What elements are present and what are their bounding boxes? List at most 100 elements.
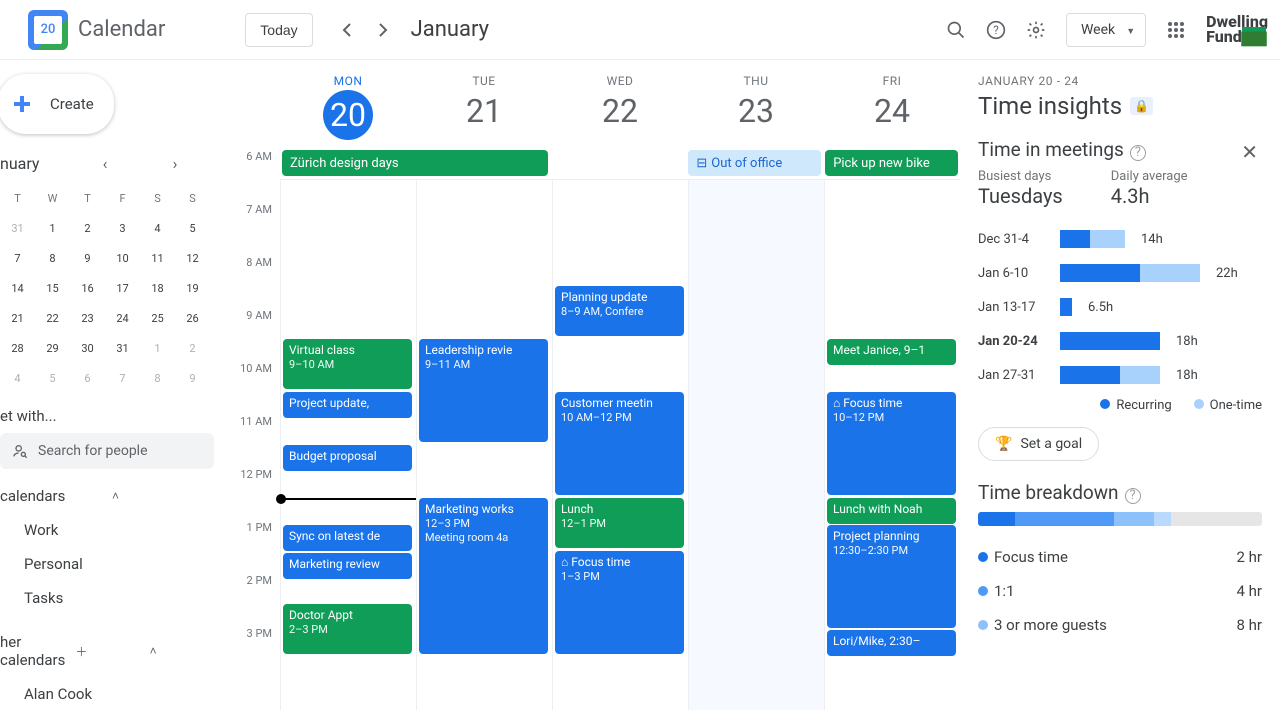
mini-day[interactable]: 23: [70, 303, 105, 333]
mini-day[interactable]: 3: [105, 213, 140, 243]
allday-event[interactable]: ⊟Out of office: [688, 150, 821, 176]
mini-next-icon[interactable]: ›: [140, 154, 210, 173]
apps-icon[interactable]: [1156, 10, 1196, 50]
day-column[interactable]: Leadership revie9–11 AM Marketing works12…: [416, 180, 552, 710]
mini-day[interactable]: 17: [105, 273, 140, 303]
day-column[interactable]: Planning update8–9 AM, Confere Customer m…: [552, 180, 688, 710]
mini-day[interactable]: 4: [140, 213, 175, 243]
mini-day[interactable]: 21: [0, 303, 35, 333]
today-button[interactable]: Today: [245, 13, 312, 47]
day-column[interactable]: Virtual class9–10 AM Project update, Budge…: [280, 180, 416, 710]
calendar-event[interactable]: Doctor Appt2–3 PM: [283, 604, 412, 654]
view-select[interactable]: Week: [1066, 13, 1146, 47]
week-bar-row[interactable]: Jan 27-3118h: [978, 358, 1262, 392]
calendar-event[interactable]: Lori/Mike, 2:30–: [827, 630, 956, 656]
mini-day[interactable]: 1: [35, 213, 70, 243]
calendar-event[interactable]: Lunch12–1 PM: [555, 498, 684, 548]
allday-event[interactable]: Zürich design days: [282, 150, 548, 176]
mini-day[interactable]: 26: [175, 303, 210, 333]
help-icon[interactable]: ?: [976, 10, 1016, 50]
day-header[interactable]: TUE21: [416, 60, 552, 150]
breakdown-row[interactable]: Focus time2 hr: [978, 540, 1262, 574]
mini-day[interactable]: 30: [70, 333, 105, 363]
allday-slot[interactable]: Pick up new bike: [823, 150, 960, 179]
mini-day[interactable]: 10: [105, 243, 140, 273]
mini-day[interactable]: 25: [140, 303, 175, 333]
my-calendars-header[interactable]: calendars ˄: [0, 487, 214, 505]
week-bar-row[interactable]: Jan 6-1022h: [978, 256, 1262, 290]
mini-day[interactable]: 6: [70, 363, 105, 393]
calendar-event[interactable]: Customer meetin10 AM–12 PM: [555, 392, 684, 495]
mini-day[interactable]: 14: [0, 273, 35, 303]
mini-day[interactable]: 12: [175, 243, 210, 273]
mini-day[interactable]: 2: [70, 213, 105, 243]
calendar-event[interactable]: Leadership revie9–11 AM: [419, 339, 548, 442]
calendar-item[interactable]: Work: [0, 513, 214, 547]
mini-day[interactable]: 9: [175, 363, 210, 393]
allday-slot[interactable]: [550, 150, 687, 179]
day-header[interactable]: THU23: [688, 60, 824, 150]
time-slots[interactable]: Virtual class9–10 AM Project update, Budge…: [280, 180, 960, 710]
mini-day[interactable]: 7: [105, 363, 140, 393]
calendar-event[interactable]: Project planning12:30–2:30 PM: [827, 525, 956, 628]
calendar-event[interactable]: ⌂ Focus time1–3 PM: [555, 551, 684, 654]
day-column[interactable]: [688, 180, 824, 710]
mini-day[interactable]: 22: [35, 303, 70, 333]
mini-day[interactable]: 8: [140, 363, 175, 393]
mini-day[interactable]: 1: [140, 333, 175, 363]
mini-day[interactable]: 9: [70, 243, 105, 273]
mini-day[interactable]: 5: [175, 213, 210, 243]
allday-event[interactable]: Pick up new bike: [825, 150, 958, 176]
mini-day[interactable]: 19: [175, 273, 210, 303]
day-column[interactable]: Meet Janice, 9–1 ⌂ Focus time10–12 PM Lunc…: [824, 180, 960, 710]
mini-day[interactable]: 11: [140, 243, 175, 273]
settings-icon[interactable]: [1016, 10, 1056, 50]
calendar-event[interactable]: Lunch with Noah: [827, 498, 956, 524]
calendar-event[interactable]: Planning update8–9 AM, Confere: [555, 286, 684, 336]
week-bar-row[interactable]: Dec 31-414h: [978, 222, 1262, 256]
info-icon[interactable]: ?: [1125, 488, 1141, 504]
breakdown-row[interactable]: 3 or more guests8 hr: [978, 608, 1262, 642]
mini-day[interactable]: 28: [0, 333, 35, 363]
calendar-event[interactable]: Marketing review: [283, 553, 412, 579]
search-people-input[interactable]: Search for people: [0, 433, 214, 469]
mini-day[interactable]: 24: [105, 303, 140, 333]
prev-period-button[interactable]: [329, 12, 365, 48]
mini-day[interactable]: 29: [35, 333, 70, 363]
calendar-event[interactable]: Sync on latest de: [283, 525, 412, 551]
calendar-event[interactable]: Virtual class9–10 AM: [283, 339, 412, 389]
day-header[interactable]: FRI24: [824, 60, 960, 150]
calendar-item[interactable]: Tasks: [0, 581, 214, 615]
create-button[interactable]: Create: [0, 74, 114, 134]
calendar-event[interactable]: Meet Janice, 9–1: [827, 339, 956, 365]
mini-day[interactable]: 4: [0, 363, 35, 393]
mini-day[interactable]: 31: [105, 333, 140, 363]
mini-day[interactable]: 8: [35, 243, 70, 273]
set-goal-button[interactable]: 🏆Set a goal: [978, 427, 1099, 461]
allday-slot[interactable]: ⊟Out of office: [686, 150, 823, 179]
mini-day[interactable]: 2: [175, 333, 210, 363]
calendar-event[interactable]: ⌂ Focus time10–12 PM: [827, 392, 956, 495]
next-period-button[interactable]: [365, 12, 401, 48]
calendar-item[interactable]: Personal: [0, 547, 214, 581]
calendar-event[interactable]: Budget proposal: [283, 445, 412, 471]
week-bar-row[interactable]: Jan 13-176.5h: [978, 290, 1262, 324]
mini-day[interactable]: 31: [0, 213, 35, 243]
other-calendars-header[interactable]: her calendars ＋ ˄: [0, 633, 214, 669]
allday-slot[interactable]: Zürich design days: [280, 150, 550, 179]
mini-day[interactable]: 18: [140, 273, 175, 303]
info-icon[interactable]: ?: [1130, 145, 1146, 161]
mini-calendar[interactable]: TWTFSS3112345789101112141516171819212223…: [0, 183, 210, 393]
calendar-item[interactable]: Alan Cook: [0, 677, 214, 711]
calendar-event[interactable]: Project update,: [283, 392, 412, 418]
mini-day[interactable]: 5: [35, 363, 70, 393]
mini-day[interactable]: 7: [0, 243, 35, 273]
mini-prev-icon[interactable]: ‹: [70, 154, 140, 173]
mini-day[interactable]: 15: [35, 273, 70, 303]
week-bar-row[interactable]: Jan 20-2418h: [978, 324, 1262, 358]
breakdown-row[interactable]: 1:14 hr: [978, 574, 1262, 608]
calendar-event[interactable]: Marketing works12–3 PMMeeting room 4a: [419, 498, 548, 654]
search-icon[interactable]: [936, 10, 976, 50]
day-header[interactable]: WED22: [552, 60, 688, 150]
day-header[interactable]: MON20: [280, 60, 416, 150]
